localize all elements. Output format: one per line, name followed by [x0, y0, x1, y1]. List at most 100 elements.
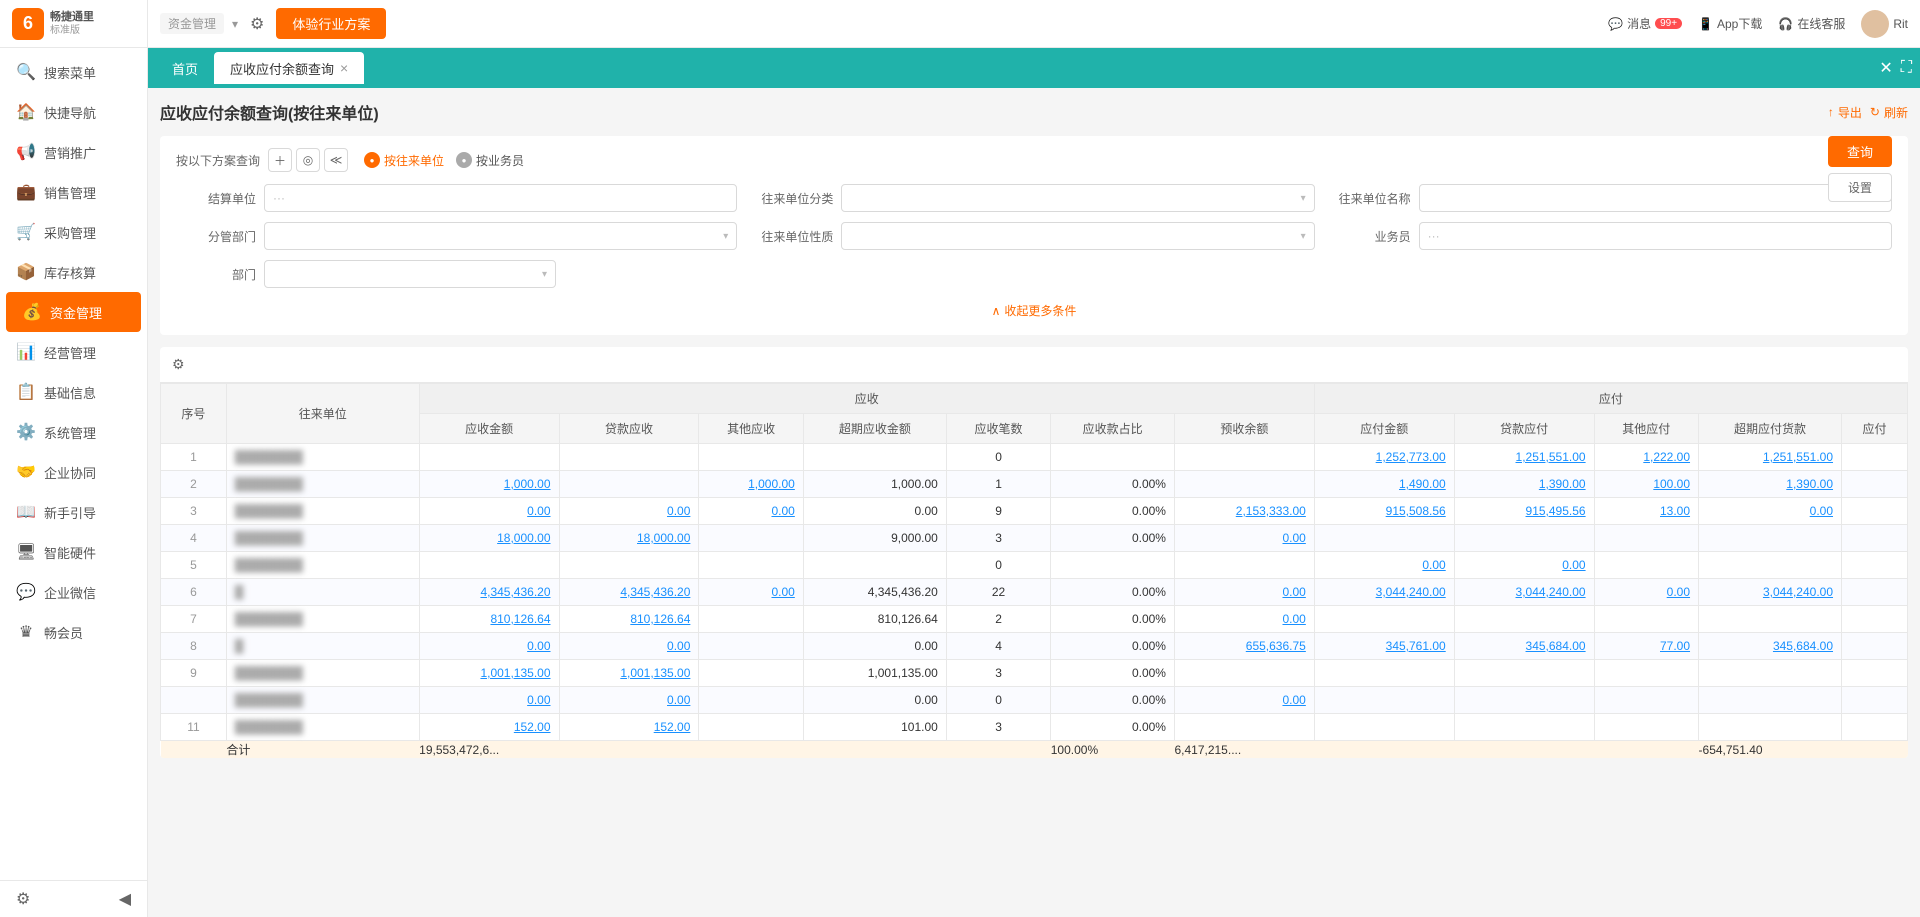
cell-pay-other[interactable] — [1594, 552, 1698, 579]
app-download-btn[interactable]: 📱 App下载 — [1698, 15, 1762, 32]
cell-recv-other[interactable]: 1,000.00 — [699, 471, 803, 498]
filter-select-department[interactable]: ▾ — [264, 260, 556, 288]
cell-pay-loan[interactable]: 0.00 — [1454, 552, 1594, 579]
cell-recv-other[interactable] — [699, 444, 803, 471]
tab-active[interactable]: 应收应付余额查询 × — [214, 52, 364, 84]
scheme-collapse-btn[interactable]: ≪ — [324, 148, 348, 172]
tab-maximize-icon[interactable]: ⛶ — [1901, 59, 1912, 77]
sidebar-item-finance[interactable]: 💰 资金管理 — [6, 292, 141, 332]
cell-recv-prepay[interactable]: 0.00 — [1174, 579, 1314, 606]
sidebar-item-wechat[interactable]: 💬 企业微信 — [0, 572, 147, 612]
cell-recv-amt[interactable]: 0.00 — [419, 498, 559, 525]
collapse-btn[interactable]: ∧ 收起更多条件 — [988, 298, 1081, 323]
cell-recv-amt[interactable]: 18,000.00 — [419, 525, 559, 552]
cell-recv-amt[interactable]: 4,345,436.20 — [419, 579, 559, 606]
cell-recv-prepay[interactable] — [1174, 552, 1314, 579]
cell-pay-other[interactable] — [1594, 606, 1698, 633]
cell-pay-other[interactable] — [1594, 525, 1698, 552]
cell-recv-prepay[interactable] — [1174, 471, 1314, 498]
scheme-edit-btn[interactable]: ◎ — [296, 148, 320, 172]
cell-pay-loan[interactable]: 3,044,240.00 — [1454, 579, 1594, 606]
cell-pay-loan[interactable] — [1454, 687, 1594, 714]
cell-recv-other[interactable] — [699, 606, 803, 633]
cell-recv-amt[interactable]: 152.00 — [419, 714, 559, 741]
cell-recv-loan[interactable]: 1,001,135.00 — [559, 660, 699, 687]
cell-recv-other[interactable] — [699, 714, 803, 741]
cell-pay-overdue[interactable] — [1699, 606, 1842, 633]
cell-recv-other[interactable] — [699, 633, 803, 660]
cell-pay-other[interactable]: 100.00 — [1594, 471, 1698, 498]
export-btn[interactable]: ↑ 导出 — [1828, 104, 1862, 121]
cell-pay-other[interactable] — [1594, 660, 1698, 687]
cell-pay-overdue[interactable]: 3,044,240.00 — [1699, 579, 1842, 606]
sidebar-item-coop[interactable]: 🤝 企业协同 — [0, 452, 147, 492]
cell-pay-amt[interactable] — [1314, 714, 1454, 741]
sidebar-settings-icon[interactable]: ⚙ — [16, 889, 30, 909]
cell-pay-amt[interactable]: 1,490.00 — [1314, 471, 1454, 498]
cell-recv-other[interactable] — [699, 525, 803, 552]
sidebar-item-operation[interactable]: 📊 经营管理 — [0, 332, 147, 372]
cell-pay-other[interactable]: 13.00 — [1594, 498, 1698, 525]
cell-pay-amt[interactable]: 1,252,773.00 — [1314, 444, 1454, 471]
cell-pay-other[interactable] — [1594, 687, 1698, 714]
tab-close-window-icon[interactable]: ✕ — [1879, 58, 1892, 78]
cell-recv-amt[interactable]: 0.00 — [419, 633, 559, 660]
filter-select-partner-type[interactable]: ▾ — [841, 184, 1314, 212]
cell-pay-loan[interactable]: 915,495.56 — [1454, 498, 1594, 525]
filter-input-settlement[interactable]: ··· — [264, 184, 737, 212]
cell-recv-other[interactable]: 0.00 — [699, 498, 803, 525]
cell-recv-amt[interactable] — [419, 552, 559, 579]
cell-pay-loan[interactable] — [1454, 606, 1594, 633]
cell-pay-loan[interactable]: 1,251,551.00 — [1454, 444, 1594, 471]
cell-recv-other[interactable]: 0.00 — [699, 579, 803, 606]
cell-pay-overdue[interactable] — [1699, 525, 1842, 552]
cell-pay-overdue[interactable] — [1699, 714, 1842, 741]
cell-recv-loan[interactable]: 0.00 — [559, 633, 699, 660]
cell-pay-overdue[interactable]: 0.00 — [1699, 498, 1842, 525]
scheme-add-btn[interactable]: ＋ — [268, 148, 292, 172]
cell-pay-amt[interactable]: 3,044,240.00 — [1314, 579, 1454, 606]
cell-pay-other[interactable]: 0.00 — [1594, 579, 1698, 606]
table-settings-icon[interactable]: ⚙ — [172, 356, 185, 373]
cell-recv-prepay[interactable] — [1174, 660, 1314, 687]
sidebar-item-member[interactable]: ♛ 畅会员 — [0, 612, 147, 652]
table-scroll-area[interactable]: 序号 往来单位 应收 应付 应收金额 贷款应收 其他应收 超期应收金额 应收笔数… — [160, 383, 1908, 758]
cell-pay-amt[interactable] — [1314, 606, 1454, 633]
tab-home[interactable]: 首页 — [156, 59, 214, 78]
cell-recv-prepay[interactable] — [1174, 714, 1314, 741]
filter-input-partner-name[interactable] — [1419, 184, 1892, 212]
cell-pay-loan[interactable] — [1454, 714, 1594, 741]
cell-recv-other[interactable] — [699, 660, 803, 687]
cell-pay-amt[interactable] — [1314, 660, 1454, 687]
cell-recv-other[interactable] — [699, 552, 803, 579]
cell-pay-overdue[interactable]: 345,684.00 — [1699, 633, 1842, 660]
cell-recv-amt[interactable] — [419, 444, 559, 471]
setting-button[interactable]: 设置 — [1828, 173, 1892, 202]
cell-recv-prepay[interactable]: 2,153,333.00 — [1174, 498, 1314, 525]
cell-pay-other[interactable]: 1,222.00 — [1594, 444, 1698, 471]
sidebar-item-quick-nav[interactable]: 🏠 快捷导航 — [0, 92, 147, 132]
cell-pay-other[interactable]: 77.00 — [1594, 633, 1698, 660]
sidebar-item-search[interactable]: 🔍 搜索菜单 — [0, 52, 147, 92]
sidebar-collapse-icon[interactable]: ◀ — [119, 889, 131, 909]
cell-recv-loan[interactable] — [559, 444, 699, 471]
sidebar-item-hardware[interactable]: 🖥 智能硬件 — [0, 532, 147, 572]
online-service-btn[interactable]: 🎧 在线客服 — [1778, 15, 1845, 32]
settings-gear-icon[interactable]: ⚙ — [246, 10, 268, 38]
cell-pay-overdue[interactable]: 1,251,551.00 — [1699, 444, 1842, 471]
cell-recv-amt[interactable]: 0.00 — [419, 687, 559, 714]
cell-recv-loan[interactable]: 0.00 — [559, 498, 699, 525]
tab-close-icon[interactable]: × — [340, 60, 348, 76]
cell-recv-other[interactable] — [699, 687, 803, 714]
scheme-option-unit[interactable]: ● 按往来单位 — [364, 152, 444, 169]
cell-pay-loan[interactable]: 345,684.00 — [1454, 633, 1594, 660]
sidebar-item-inventory[interactable]: 📦 库存核算 — [0, 252, 147, 292]
cell-pay-loan[interactable]: 1,390.00 — [1454, 471, 1594, 498]
cell-pay-overdue[interactable]: 1,390.00 — [1699, 471, 1842, 498]
cell-recv-loan[interactable] — [559, 552, 699, 579]
cell-recv-loan[interactable]: 152.00 — [559, 714, 699, 741]
user-area[interactable]: Rit — [1861, 10, 1908, 38]
sidebar-item-guide[interactable]: 📖 新手引导 — [0, 492, 147, 532]
cell-recv-amt[interactable]: 1,001,135.00 — [419, 660, 559, 687]
scheme-option-staff[interactable]: ● 按业务员 — [456, 152, 524, 169]
